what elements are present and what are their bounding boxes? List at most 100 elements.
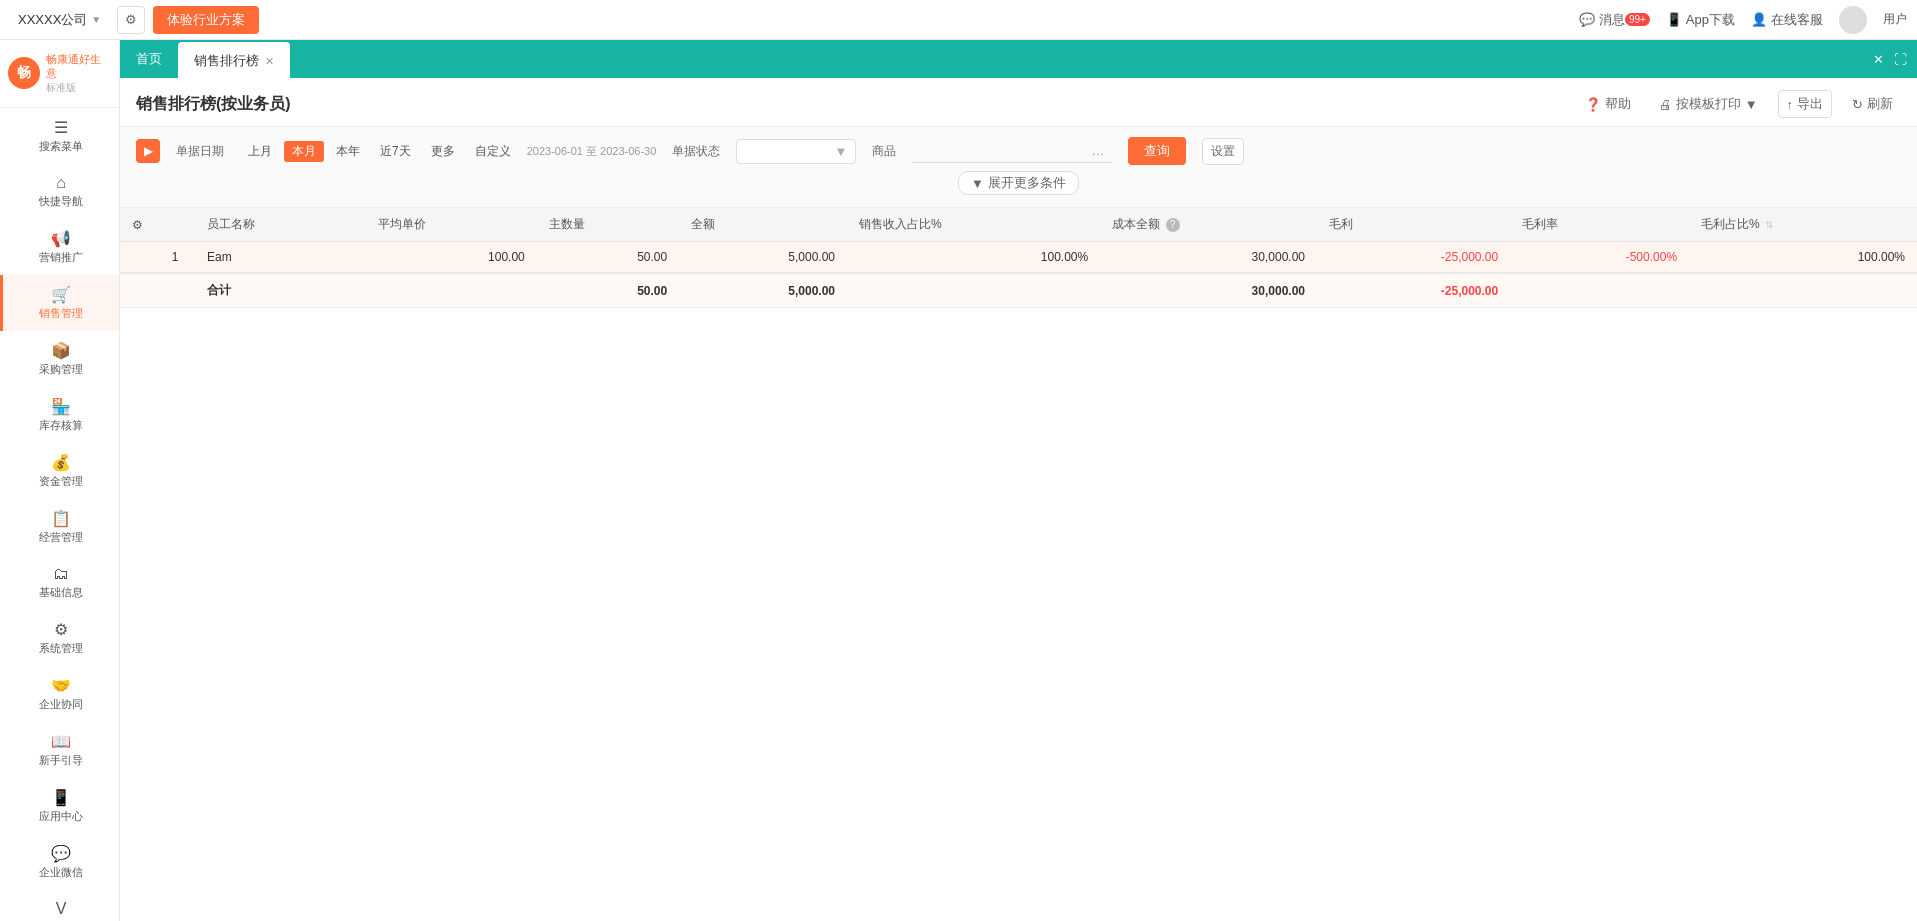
export-icon: ↑ (1787, 97, 1794, 112)
date-range: 2023-06-01 至 2023-06-30 (527, 144, 657, 159)
summary-label-cell: 合计 (195, 273, 366, 308)
expand-label: 展开更多条件 (988, 174, 1066, 192)
app-label: App下载 (1686, 11, 1735, 29)
cell-settings (120, 242, 155, 274)
sidebar-item-capital[interactable]: 💰 资金管理 (0, 443, 119, 499)
sidebar-item-basic-info[interactable]: 🗂 基础信息 (0, 555, 119, 610)
window-maximize-icon[interactable]: ⛶ (1894, 52, 1907, 67)
sidebar-item-operation[interactable]: 📋 经营管理 (0, 499, 119, 555)
goods-filter-input[interactable]: … (912, 139, 1112, 163)
sidebar-item-member[interactable]: V 畅会员 (0, 890, 119, 921)
settings-btn[interactable]: 设置 (1202, 138, 1244, 165)
page-content: 销售排行榜(按业务员) ❓ 帮助 🖨 按模板打印 ▼ ↑ 导出 (120, 78, 1917, 921)
status-filter-select[interactable]: ▼ (736, 139, 856, 164)
col-header-rank (155, 208, 195, 242)
export-label: 导出 (1797, 95, 1823, 113)
summary-sales-pct-cell (847, 273, 1100, 308)
sidebar-item-collab-label: 企业协同 (39, 697, 83, 712)
cell-profit: -25,000.00 (1317, 242, 1510, 274)
summary-avg-price-cell (366, 273, 537, 308)
logo-sub: 标准版 (46, 81, 111, 95)
logo-icon: 畅 (8, 57, 40, 89)
operation-icon: 📋 (51, 509, 71, 528)
sidebar-item-inventory[interactable]: 🏪 库存核算 (0, 387, 119, 443)
app-download-btn[interactable]: 📱 App下载 (1666, 11, 1735, 29)
date-option-this-year[interactable]: 本年 (328, 141, 368, 162)
online-service-btn[interactable]: 👤 在线客服 (1751, 11, 1823, 29)
cost-info-icon[interactable]: ? (1166, 218, 1180, 232)
filter-row-main: ▶ 单据日期 上月 本月 本年 近7天 更多 自定义 2023-06-01 至 … (136, 137, 1901, 165)
sidebar-item-system[interactable]: ⚙ 系统管理 (0, 610, 119, 666)
expand-more-btn[interactable]: ▼ 展开更多条件 (958, 171, 1079, 195)
tab-home[interactable]: 首页 (120, 40, 178, 78)
goods-filter-more-icon[interactable]: … (1091, 143, 1104, 158)
tab-close-icon[interactable]: ✕ (265, 55, 274, 68)
date-option-this-month[interactable]: 本月 (284, 141, 324, 162)
window-minimize-icon[interactable]: ✕ (1873, 52, 1884, 67)
sidebar-item-app-center-label: 应用中心 (39, 809, 83, 824)
company-selector[interactable]: XXXXX公司 ▼ (10, 7, 109, 33)
sidebar-item-sales-label: 销售管理 (39, 306, 83, 321)
company-name: XXXXX公司 (18, 11, 87, 29)
goods-filter-label: 商品 (872, 143, 896, 160)
summary-settings-cell (120, 273, 155, 308)
sidebar-item-inventory-label: 库存核算 (39, 418, 83, 433)
print-icon: 🖨 (1659, 97, 1672, 112)
sidebar-item-app-center[interactable]: 📱 应用中心 (0, 778, 119, 834)
col-header-profit: 毛利 (1317, 208, 1510, 242)
print-chevron-icon: ▼ (1745, 97, 1758, 112)
sidebar-item-purchase-label: 采购管理 (39, 362, 83, 377)
table-wrap: ⚙ 员工名称 平均单价 主数量 全额 销售收入占比% 成本全额 ? 毛利 毛利率… (120, 208, 1917, 921)
system-icon: ⚙ (54, 620, 68, 639)
col-header-avg-price: 平均单价 (366, 208, 537, 242)
sidebar-item-marketing-label: 营销推广 (39, 250, 83, 265)
app-icon: 📱 (1666, 12, 1682, 27)
date-option-7days[interactable]: 近7天 (372, 141, 419, 162)
summary-profit-rate-cell (1510, 273, 1689, 308)
profit-pct-sort-icon[interactable]: ⇅ (1765, 219, 1773, 230)
sidebar-item-purchase[interactable]: 📦 采购管理 (0, 331, 119, 387)
help-icon: ❓ (1585, 97, 1601, 112)
summary-rank-cell (155, 273, 195, 308)
message-btn[interactable]: 💬 消息 99+ (1579, 11, 1650, 29)
sidebar-item-guide[interactable]: 📖 新手引导 (0, 722, 119, 778)
sidebar-item-search[interactable]: ☰ 搜索菜单 (0, 108, 119, 164)
help-btn[interactable]: ❓ 帮助 (1577, 91, 1639, 117)
try-btn[interactable]: 体验行业方案 (153, 6, 259, 34)
cell-cost: 30,000.00 (1100, 242, 1317, 274)
export-btn[interactable]: ↑ 导出 (1778, 90, 1833, 118)
sidebar-item-sales[interactable]: 🛒 销售管理 (0, 275, 119, 331)
topbar-settings-btn[interactable]: ⚙ (117, 6, 145, 34)
cell-avg-price: 100.00 (366, 242, 537, 274)
cell-profit-rate: -500.00% (1510, 242, 1689, 274)
member-icon: V (56, 900, 67, 918)
query-btn[interactable]: 查询 (1128, 137, 1186, 165)
content-area: 首页 销售排行榜 ✕ ✕ ⛶ 销售排行榜(按业务员) ❓ 帮助 (120, 40, 1917, 921)
date-option-custom[interactable]: 自定义 (467, 141, 519, 162)
status-select-chevron-icon: ▼ (834, 144, 847, 159)
page-header: 销售排行榜(按业务员) ❓ 帮助 🖨 按模板打印 ▼ ↑ 导出 (120, 78, 1917, 127)
sidebar-item-quick-nav-label: 快捷导航 (39, 194, 83, 209)
col-header-settings[interactable]: ⚙ (120, 208, 155, 242)
refresh-label: 刷新 (1867, 95, 1893, 113)
top-bar-right: 💬 消息 99+ 📱 App下载 👤 在线客服 用户 (1579, 6, 1907, 34)
sidebar-item-search-label: 搜索菜单 (39, 139, 83, 154)
cell-sales-pct: 100.00% (847, 242, 1100, 274)
sidebar-item-guide-label: 新手引导 (39, 753, 83, 768)
message-icon: 💬 (1579, 12, 1595, 27)
filter-expand-arrow[interactable]: ▶ (136, 139, 160, 163)
inventory-icon: 🏪 (51, 397, 71, 416)
sidebar-item-marketing[interactable]: 📢 营销推广 (0, 219, 119, 275)
sidebar-item-wechat[interactable]: 💬 企业微信 (0, 834, 119, 890)
top-bar-left: XXXXX公司 ▼ ⚙ 体验行业方案 (10, 6, 1579, 34)
date-option-more[interactable]: 更多 (423, 141, 463, 162)
date-option-last-month[interactable]: 上月 (240, 141, 280, 162)
tab-sales-rank[interactable]: 销售排行榜 ✕ (178, 42, 290, 80)
sidebar-item-quick-nav[interactable]: ⌂ 快捷导航 (0, 164, 119, 219)
template-print-btn[interactable]: 🖨 按模板打印 ▼ (1651, 91, 1766, 117)
message-label: 消息 (1599, 11, 1625, 29)
refresh-btn[interactable]: ↻ 刷新 (1844, 91, 1901, 117)
avatar[interactable] (1839, 6, 1867, 34)
summary-profit-cell: -25,000.00 (1317, 273, 1510, 308)
sidebar-item-collab[interactable]: 🤝 企业协同 (0, 666, 119, 722)
